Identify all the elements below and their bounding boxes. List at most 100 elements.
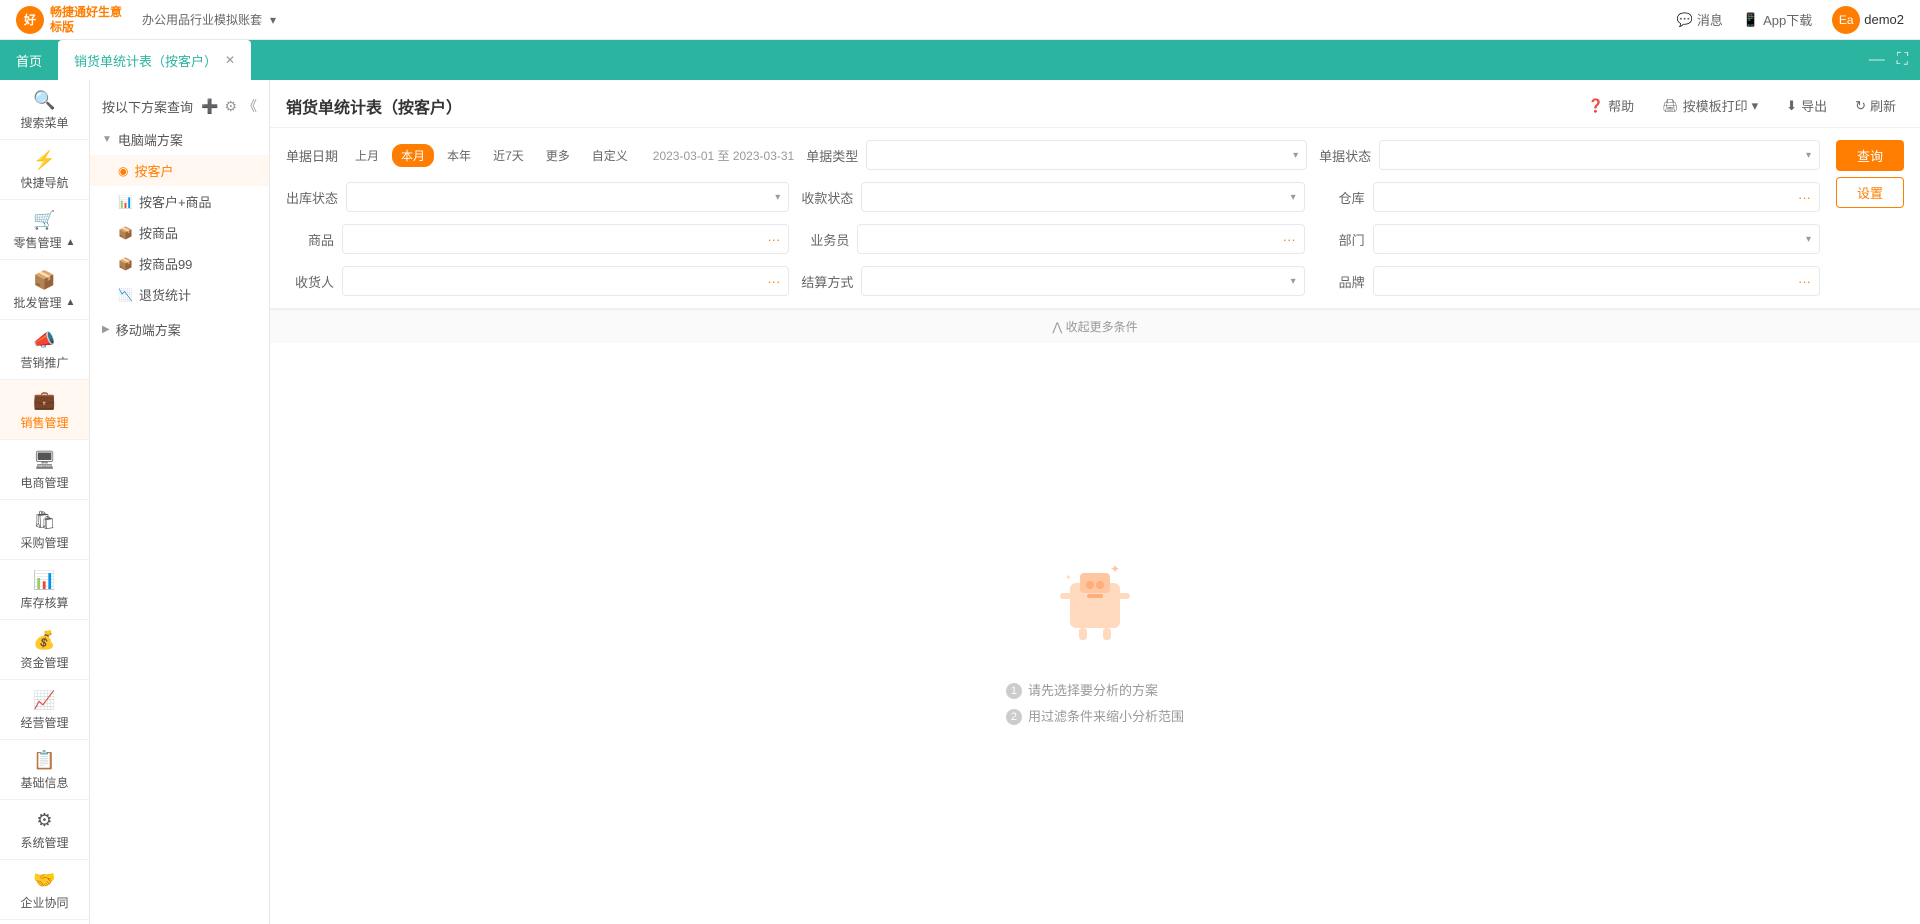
doc-status-select[interactable]: ▾ bbox=[1379, 140, 1820, 170]
export-btn[interactable]: ⬇ 导出 bbox=[1778, 92, 1835, 119]
desktop-group-arrow-icon: ▼ bbox=[102, 134, 112, 145]
tab-bar: 首页 销货单统计表（按客户） ✕ — ⛶ bbox=[0, 40, 1920, 80]
doc-status-label: 单据状态 bbox=[1319, 146, 1371, 165]
help-btn[interactable]: ❓ 帮助 bbox=[1580, 92, 1642, 119]
sidebar-item-sales[interactable]: 💼 销售管理 bbox=[0, 380, 89, 440]
collapse-bar[interactable]: ⋀ 收起更多条件 bbox=[270, 309, 1920, 343]
date-tab-this-month[interactable]: 本月 bbox=[392, 144, 434, 167]
scheme-item-by-customer-goods[interactable]: 📊 按客户+商品 bbox=[90, 186, 269, 217]
goods-input[interactable]: ··· bbox=[342, 224, 789, 254]
date-tab-custom[interactable]: 自定义 bbox=[583, 144, 637, 167]
tip-num-2: 2 bbox=[1006, 709, 1022, 725]
tab-maximize-btn[interactable]: ⛶ bbox=[1893, 47, 1912, 73]
date-tabs: 上月 本月 本年 近7天 更多 自定义 bbox=[346, 144, 637, 167]
scheme-item-by-goods-99[interactable]: 📦 按商品99 bbox=[90, 248, 269, 279]
scheme-add-btn[interactable]: ➕ bbox=[201, 98, 218, 115]
sidebar-item-inventory[interactable]: 📊 库存核算 bbox=[0, 560, 89, 620]
scheme-group-desktop: ▼ 电脑端方案 ◉ 按客户 📊 按客户+商品 📦 按商品 📦 按商品99 📉 bbox=[90, 124, 269, 310]
sidebar-item-marketing[interactable]: 📣 营销推广 bbox=[0, 320, 89, 380]
logo-icon: 好 bbox=[16, 6, 44, 34]
help-icon: ❓ bbox=[1588, 98, 1604, 114]
sidebar-item-finance[interactable]: 💰 资金管理 bbox=[0, 620, 89, 680]
sidebar-item-newbie[interactable]: 🎯 新手引导 bbox=[0, 920, 89, 924]
dept-label: 部门 bbox=[1317, 230, 1365, 249]
ecommerce-icon: 🖥 bbox=[33, 448, 56, 473]
empty-tip-row-2: 2 用过滤条件来缩小分析范围 bbox=[1006, 704, 1184, 730]
goods-dots-icon: ··· bbox=[767, 232, 780, 247]
basic-icon: 📋 bbox=[33, 748, 55, 773]
date-tab-last7[interactable]: 近7天 bbox=[484, 144, 533, 167]
date-tab-this-year[interactable]: 本年 bbox=[438, 144, 480, 167]
avatar: Ea bbox=[1832, 6, 1860, 34]
retail-icon: 🛒 bbox=[33, 208, 55, 233]
print-btn[interactable]: 🖨 按模板打印 ▾ bbox=[1654, 92, 1766, 119]
refresh-btn[interactable]: ↻ 刷新 bbox=[1847, 92, 1904, 119]
industry-dropdown[interactable]: ▾ bbox=[270, 13, 276, 27]
refresh-icon: ↻ bbox=[1855, 98, 1866, 114]
inventory-icon: 📊 bbox=[33, 568, 55, 593]
wholesale-arrow-icon: ▲ bbox=[66, 296, 76, 310]
receive-status-arrow-icon: ▾ bbox=[1291, 192, 1296, 203]
settlement-select[interactable]: ▾ bbox=[861, 266, 1304, 296]
sidebar-item-purchase[interactable]: 🛍 采购管理 bbox=[0, 500, 89, 560]
sidebar-item-retail[interactable]: 🛒 零售管理 ▲ bbox=[0, 200, 89, 260]
filter-row2: 出库状态 ▾ 收款状态 bbox=[286, 182, 1820, 212]
doc-type-label: 单据类型 bbox=[806, 146, 858, 165]
sidebar-item-ecommerce[interactable]: 🖥 电商管理 bbox=[0, 440, 89, 500]
sidebar-item-wholesale[interactable]: 📦 批发管理 ▲ bbox=[0, 260, 89, 320]
scheme-settings-btn[interactable]: ⚙ bbox=[224, 98, 237, 115]
tab-home[interactable]: 首页 bbox=[0, 40, 58, 80]
scheme-group-mobile-header[interactable]: ▶ 移动端方案 bbox=[90, 314, 269, 345]
salesman-row: 业务员 ··· bbox=[801, 224, 1304, 254]
sidebar-item-basic[interactable]: 📋 基础信息 bbox=[0, 740, 89, 800]
sidebar-item-quick-nav[interactable]: ⚡ 快捷导航 bbox=[0, 140, 89, 200]
sidebar-item-enterprise[interactable]: 🤝 企业协同 bbox=[0, 860, 89, 920]
scheme-item-return-stats[interactable]: 📉 退货统计 bbox=[90, 279, 269, 310]
scheme-collapse-btn[interactable]: 《 bbox=[243, 96, 257, 116]
scheme-item-by-customer[interactable]: ◉ 按客户 bbox=[90, 155, 269, 186]
by-customer-icon: ◉ bbox=[118, 164, 128, 178]
filter-row4: 收货人 ··· 结算方式 bbox=[286, 266, 1820, 296]
finance-icon: 💰 bbox=[33, 628, 55, 653]
return-stats-icon: 📉 bbox=[118, 288, 133, 302]
sidebar-item-operation[interactable]: 📈 经营管理 bbox=[0, 680, 89, 740]
doc-type-select[interactable]: ▾ bbox=[866, 140, 1307, 170]
page-title: 销货单统计表（按客户） bbox=[286, 94, 462, 118]
sidebar-item-search-menu[interactable]: 🔍 搜索菜单 bbox=[0, 80, 89, 140]
date-tab-more[interactable]: 更多 bbox=[537, 144, 579, 167]
filter-fields: 单据日期 上月 本月 本年 近7天 更多 自定义 2023-03-01 至 20… bbox=[286, 140, 1820, 296]
print-icon: 🖨 bbox=[1662, 98, 1679, 114]
tab-close-btn[interactable]: ✕ bbox=[225, 53, 235, 67]
receive-status-select[interactable]: ▾ bbox=[861, 182, 1304, 212]
warehouse-input[interactable]: ··· bbox=[1373, 182, 1820, 212]
scheme-group-desktop-header[interactable]: ▼ 电脑端方案 bbox=[90, 124, 269, 155]
app-download-btn[interactable]: 📱 App下载 bbox=[1743, 10, 1812, 29]
receiver-dots-icon: ··· bbox=[767, 274, 780, 289]
settings-button[interactable]: 设置 bbox=[1836, 177, 1904, 208]
sidebar-item-sys[interactable]: ⚙ 系统管理 bbox=[0, 800, 89, 860]
date-filter-row: 单据日期 上月 本月 本年 近7天 更多 自定义 2023-03-01 至 20… bbox=[286, 144, 794, 167]
top-header-left: 好 畅捷通好生意 标版 办公用品行业模拟账套 ▾ bbox=[16, 5, 276, 34]
doc-type-row: 单据类型 ▾ bbox=[806, 140, 1307, 170]
doc-status-arrow-icon: ▾ bbox=[1806, 150, 1811, 161]
tip-num-1: 1 bbox=[1006, 683, 1022, 699]
date-tab-last-month[interactable]: 上月 bbox=[346, 144, 388, 167]
tab-sales-stats[interactable]: 销货单统计表（按客户） ✕ bbox=[58, 40, 251, 80]
scheme-item-by-goods[interactable]: 📦 按商品 bbox=[90, 217, 269, 248]
dept-select[interactable]: ▾ bbox=[1373, 224, 1820, 254]
receiver-input[interactable]: ··· bbox=[342, 266, 789, 296]
salesman-input[interactable]: ··· bbox=[857, 224, 1304, 254]
export-icon: ⬇ bbox=[1786, 98, 1797, 114]
tab-minimize-btn[interactable]: — bbox=[1865, 47, 1889, 73]
query-button[interactable]: 查询 bbox=[1836, 140, 1904, 171]
brand-input[interactable]: ··· bbox=[1373, 266, 1820, 296]
filter-main-row: 单据日期 上月 本月 本年 近7天 更多 自定义 2023-03-01 至 20… bbox=[286, 140, 1904, 296]
out-status-arrow-icon: ▾ bbox=[775, 192, 780, 203]
collapse-up-icon: ⋀ bbox=[1052, 320, 1062, 334]
dept-row: 部门 ▾ bbox=[1317, 224, 1820, 254]
message-btn[interactable]: 💬 消息 bbox=[1677, 10, 1723, 29]
out-status-select[interactable]: ▾ bbox=[346, 182, 789, 212]
receiver-row: 收货人 ··· bbox=[286, 266, 789, 296]
settlement-row: 结算方式 ▾ bbox=[801, 266, 1304, 296]
user-area[interactable]: Ea demo2 bbox=[1832, 6, 1904, 34]
